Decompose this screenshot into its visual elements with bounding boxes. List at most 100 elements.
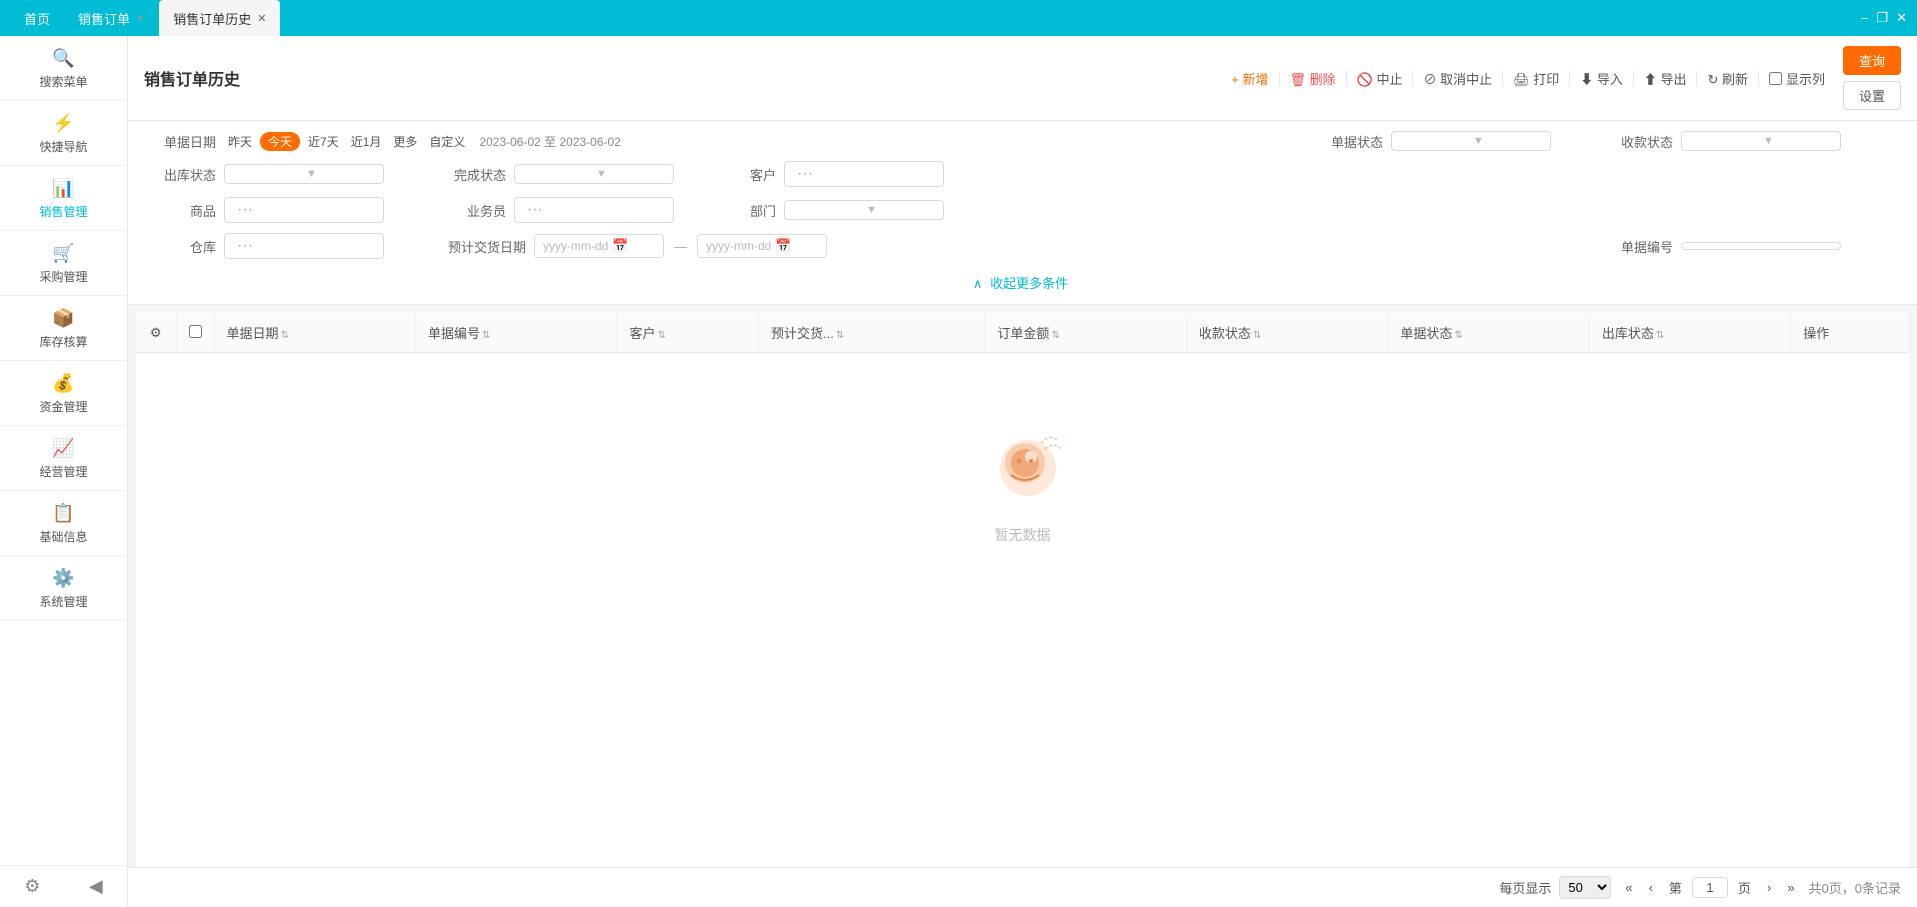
sidebar-item-fund-mgmt[interactable]: 💰 资金管理 <box>0 361 127 426</box>
filter-row-4: 仓库 ··· 预计交货日期 yyyy-mm-dd 📅 — yyyy-mm-dd <box>144 233 1901 259</box>
quick-nav-icon: ⚡ <box>52 113 74 134</box>
sort-amount-icon: ⇅ <box>1051 330 1059 341</box>
sidebar-item-purchase-mgmt[interactable]: 🛒 采购管理 <box>0 231 127 296</box>
sidebar-item-ops-mgmt[interactable]: 📈 经营管理 <box>0 426 127 491</box>
payment-status-select[interactable]: ▼ <box>1681 131 1841 151</box>
shortcut-7days[interactable]: 近7天 <box>304 132 343 151</box>
bill-status-select[interactable]: ▼ <box>1391 131 1551 151</box>
import-button[interactable]: ⬇ 导入 <box>1580 69 1623 88</box>
bill-number-label: 单据编号 <box>1611 237 1681 256</box>
complete-status-select[interactable]: ▼ <box>514 164 674 184</box>
th-bill-status[interactable]: 单据状态⇅ <box>1388 313 1589 353</box>
shortcut-yesterday[interactable]: 昨天 <box>224 132 256 151</box>
customer-input[interactable]: ··· <box>784 161 944 187</box>
th-out-status[interactable]: 出库状态⇅ <box>1589 313 1790 353</box>
tab-sales-order[interactable]: 销售订单 ✕ <box>64 0 159 36</box>
department-select[interactable]: ▼ <box>784 200 944 220</box>
toolbar-divider-6 <box>1633 70 1634 86</box>
expected-date-control: yyyy-mm-dd 📅 — yyyy-mm-dd 📅 <box>534 234 1611 258</box>
out-status-select[interactable]: ▼ <box>224 164 384 184</box>
export-button[interactable]: ⬆ 导出 <box>1644 69 1687 88</box>
search-menu-icon: 🔍 <box>52 48 74 69</box>
filter-row-3: 商品 ··· 业务员 ··· 部门 ▼ <box>144 197 1901 223</box>
payment-status-label: 收款状态 <box>1611 132 1681 151</box>
page-label-before: 第 <box>1663 876 1688 899</box>
page-size-label: 每页显示 <box>1499 878 1551 897</box>
sidebar-item-inventory-accounting[interactable]: 📦 库存核算 <box>0 296 127 361</box>
calendar-to-icon: 📅 <box>775 238 791 254</box>
payment-status-arrow: ▼ <box>1763 135 1832 147</box>
query-button[interactable]: 查询 <box>1843 46 1901 75</box>
out-status-label: 出库状态 <box>144 165 224 184</box>
delete-button[interactable]: 🗑 删除 <box>1290 69 1336 88</box>
sidebar-collapse-icon[interactable]: ◀ <box>89 876 103 897</box>
th-payment-status[interactable]: 收款状态⇅ <box>1186 313 1387 353</box>
sidebar-item-basic-info[interactable]: 📋 基础信息 <box>0 491 127 556</box>
bill-status-arrow: ▼ <box>1473 135 1542 147</box>
th-checkbox[interactable] <box>176 313 214 353</box>
first-page-btn[interactable]: « <box>1619 878 1638 897</box>
minimize-button[interactable]: − <box>1861 11 1869 26</box>
empty-text: 暂无数据 <box>995 525 1051 545</box>
sidebar-settings-icon[interactable]: ⚙ <box>24 876 40 897</box>
warehouse-input[interactable]: ··· <box>224 233 384 259</box>
empty-svg <box>973 413 1073 513</box>
tab-home[interactable]: 首页 <box>10 0 64 36</box>
add-button[interactable]: + 新增 <box>1231 69 1268 88</box>
product-input[interactable]: ··· <box>224 197 384 223</box>
shortcut-more[interactable]: 更多 <box>389 132 421 151</box>
next-page-btn[interactable]: › <box>1761 878 1777 897</box>
bill-number-input[interactable] <box>1681 242 1841 250</box>
sidebar-item-sales-mgmt[interactable]: 📊 销售管理 <box>0 166 127 231</box>
salesperson-input[interactable]: ··· <box>514 197 674 223</box>
product-control: ··· <box>224 197 444 223</box>
th-customer[interactable]: 客户⇅ <box>617 313 759 353</box>
collapse-row[interactable]: ∧ 收起更多条件 <box>144 269 1901 294</box>
sys-mgmt-icon: ⚙️ <box>52 568 74 589</box>
display-cols-checkbox-input[interactable] <box>1769 72 1782 85</box>
expected-date-label: 预计交货日期 <box>444 237 534 256</box>
th-amount[interactable]: 订单金额⇅ <box>985 313 1186 353</box>
prev-page-btn[interactable]: ‹ <box>1643 878 1659 897</box>
cancel-stop-button[interactable]: ⊘ 取消中止 <box>1423 69 1492 88</box>
sidebar-item-sys-mgmt[interactable]: ⚙️ 系统管理 <box>0 556 127 621</box>
payment-status-control: ▼ <box>1681 131 1901 151</box>
shortcut-custom[interactable]: 自定义 <box>425 132 469 151</box>
sidebar-item-quick-nav[interactable]: ⚡ 快捷导航 <box>0 101 127 166</box>
table-container: ⚙ 单据日期⇅ 单据编号⇅ 客户⇅ 预计交货...⇅ 订单金额⇅ 收款状态⇅ 单… <box>136 313 1909 867</box>
th-number[interactable]: 单据编号⇅ <box>415 313 616 353</box>
current-page[interactable]: 1 <box>1692 877 1728 898</box>
expected-date-from[interactable]: yyyy-mm-dd 📅 <box>534 234 664 258</box>
close-sales-order-tab[interactable]: ✕ <box>136 12 145 25</box>
sidebar-item-search-menu[interactable]: 🔍 搜索菜单 <box>0 36 127 101</box>
bill-status-control: ▼ <box>1391 131 1611 151</box>
sort-number-icon: ⇅ <box>482 330 490 341</box>
display-cols-checkbox[interactable]: 显示列 <box>1769 69 1825 88</box>
toolbar-divider-4 <box>1502 70 1503 86</box>
top-bar: 首页 销售订单 ✕ 销售订单历史 ✕ − ❐ ✕ <box>0 0 1917 36</box>
shortcut-1month[interactable]: 近1月 <box>347 132 386 151</box>
content-area: 销售订单历史 + 新增 🗑 删除 🚫 中止 ⊘ 取消中止 🖨 打印 ⬇ 导入 ⬆… <box>128 36 1917 907</box>
th-actions: 操作 <box>1791 313 1909 353</box>
th-settings[interactable]: ⚙ <box>136 313 176 353</box>
th-expected-date[interactable]: 预计交货...⇅ <box>758 313 984 353</box>
fund-mgmt-icon: 💰 <box>52 373 74 394</box>
select-all-checkbox[interactable] <box>189 325 202 338</box>
close-button[interactable]: ✕ <box>1896 10 1907 26</box>
bill-number-control <box>1681 242 1901 250</box>
tab-sales-order-history[interactable]: 销售订单历史 ✕ <box>159 0 280 36</box>
expected-date-to[interactable]: yyyy-mm-dd 📅 <box>697 234 827 258</box>
refresh-button[interactable]: ↻ 刷新 <box>1707 69 1748 88</box>
th-date[interactable]: 单据日期⇅ <box>214 313 415 353</box>
last-page-btn[interactable]: » <box>1781 878 1800 897</box>
settings-button[interactable]: 设置 <box>1843 81 1901 110</box>
filter-row-1: 单据日期 昨天 今天 近7天 近1月 更多 自定义 2023-06-02 至 2… <box>144 131 1901 151</box>
out-status-arrow: ▼ <box>306 168 375 180</box>
complete-status-label: 完成状态 <box>444 165 514 184</box>
stop-button[interactable]: 🚫 中止 <box>1357 69 1403 88</box>
close-sales-order-history-tab[interactable]: ✕ <box>257 12 266 25</box>
shortcut-today[interactable]: 今天 <box>260 132 300 151</box>
print-button[interactable]: 🖨 打印 <box>1513 69 1559 88</box>
page-size-select[interactable]: 10 20 50 100 <box>1559 876 1611 899</box>
restore-button[interactable]: ❐ <box>1876 10 1888 26</box>
